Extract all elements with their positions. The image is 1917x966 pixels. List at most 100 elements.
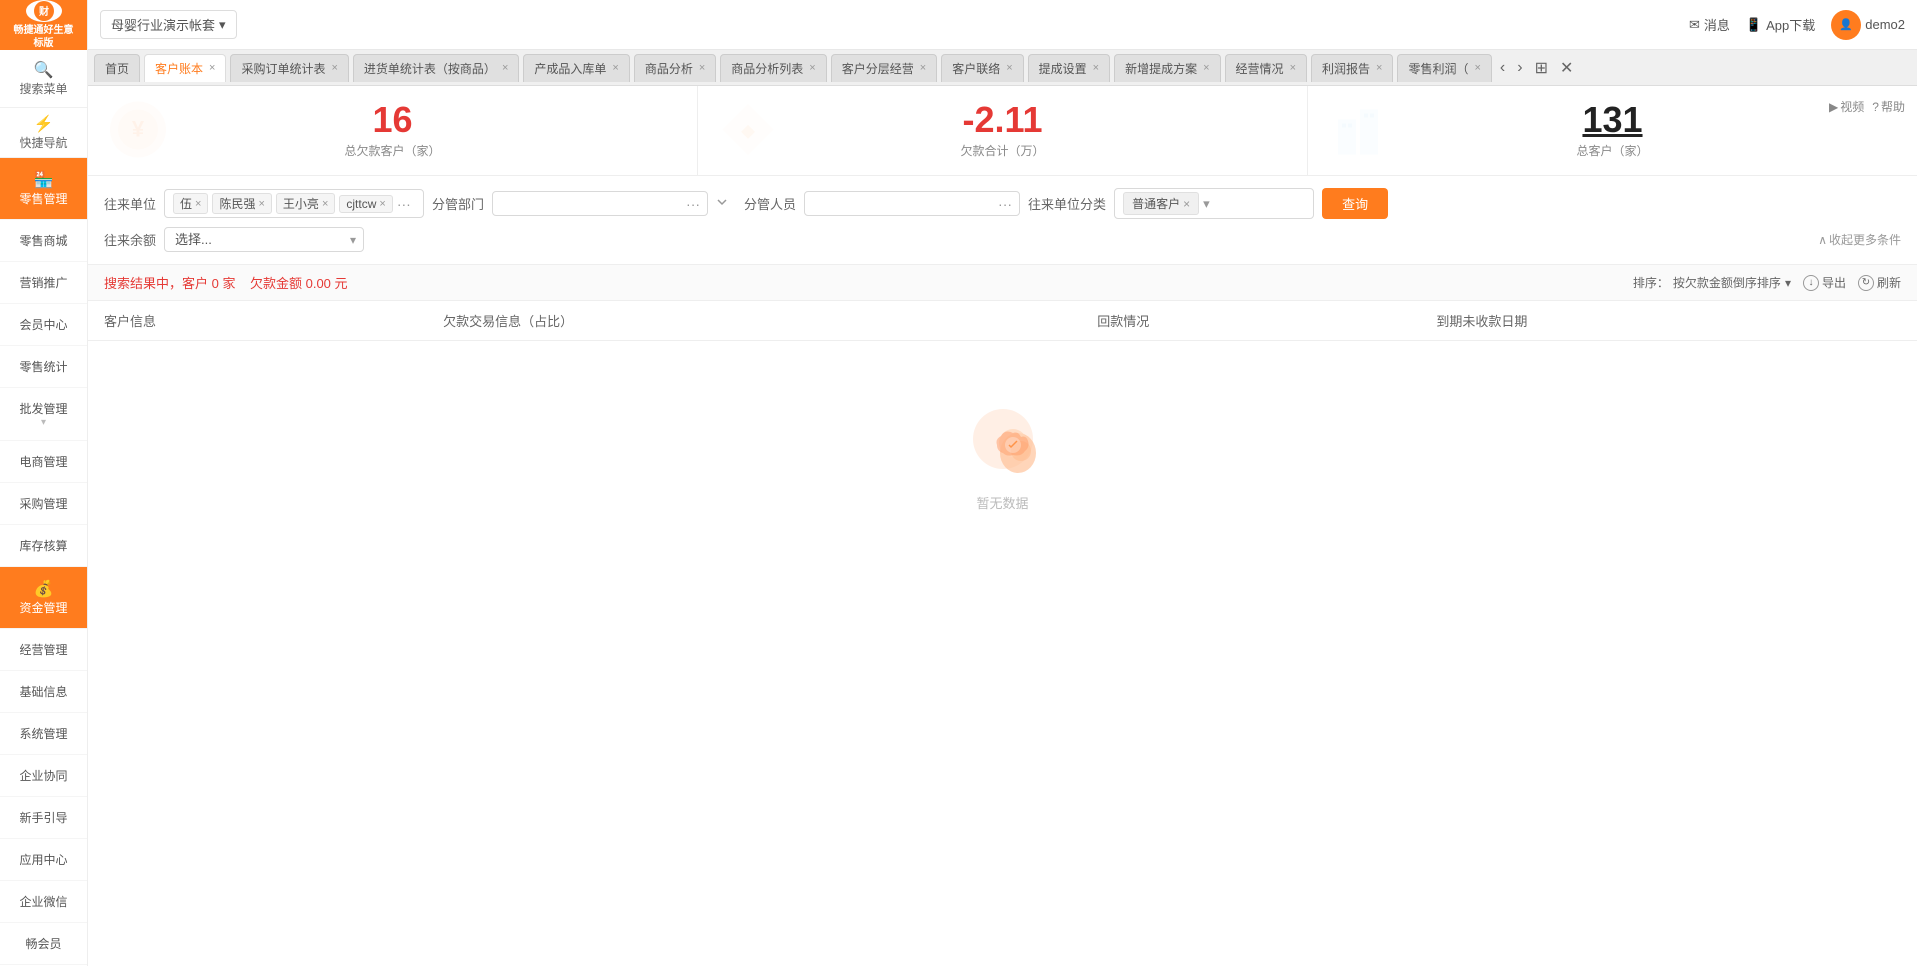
- filter-person-input[interactable]: [804, 191, 1020, 216]
- sidebar-item-basic[interactable]: 基础信息: [0, 671, 87, 713]
- collapse-filters-btn[interactable]: ∧ 收起更多条件: [1818, 231, 1901, 248]
- tab-goods-analysis-list[interactable]: 商品分析列表 ×: [720, 54, 826, 82]
- dropdown-arrow-icon: ▾: [219, 17, 226, 33]
- filter-tag-3-close[interactable]: ×: [379, 198, 385, 210]
- tab-contact-close[interactable]: ×: [1006, 62, 1012, 74]
- results-actions: 排序： 按欠款金额倒序排序 ▾ ↓ 导出 ↻ 刷新: [1633, 274, 1901, 291]
- filter-tag-0-close[interactable]: ×: [195, 198, 201, 210]
- export-btn[interactable]: ↓ 导出: [1803, 274, 1846, 291]
- sidebar-item-app-center[interactable]: 应用中心: [0, 839, 87, 881]
- sidebar-item-marketing[interactable]: 营销推广: [0, 262, 87, 304]
- header-user-info[interactable]: 👤 demo2: [1831, 10, 1905, 40]
- question-icon: ?: [1872, 100, 1879, 114]
- filter-classify-tag-close[interactable]: ×: [1183, 197, 1190, 211]
- sidebar-item-inventory[interactable]: 库存核算: [0, 525, 87, 567]
- tab-improve-close[interactable]: ×: [1093, 62, 1099, 74]
- filter-person-label: 分管人员: [744, 194, 796, 213]
- sidebar-item-retail-stats[interactable]: 零售统计: [0, 346, 87, 388]
- tab-purchase-close[interactable]: ×: [331, 62, 337, 74]
- filter-balance-select[interactable]: 选择...: [164, 227, 364, 252]
- filter-tag-2-close[interactable]: ×: [322, 198, 328, 210]
- filter-classify-wrapper[interactable]: 普通客户 × ▾: [1114, 188, 1314, 219]
- tab-improve-settings[interactable]: 提成设置 ×: [1028, 54, 1110, 82]
- tab-purchase-label: 采购订单统计表: [241, 60, 325, 77]
- sidebar-item-newbie[interactable]: 新手引导: [0, 797, 87, 839]
- sidebar-item-operation[interactable]: 经营管理: [0, 629, 87, 671]
- tab-customer-accounts-close[interactable]: ×: [209, 62, 215, 74]
- tab-operation-close[interactable]: ×: [1290, 62, 1296, 74]
- header-account-dropdown[interactable]: 母婴行业演示帐套 ▾: [100, 10, 237, 39]
- header-app-download-btn[interactable]: 📱 App下载: [1746, 15, 1815, 34]
- tab-purchase-order-stats[interactable]: 采购订单统计表 ×: [230, 54, 348, 82]
- filter-tag-2-label: 王小亮: [283, 195, 319, 212]
- tab-new-method-close[interactable]: ×: [1203, 62, 1209, 74]
- filter-dept-input[interactable]: [492, 191, 708, 216]
- sidebar-item-system[interactable]: 系统管理: [0, 713, 87, 755]
- sidebar-item-wholesale[interactable]: 批发管理 ▾: [0, 388, 87, 441]
- stat-block-customers: ¥ 16 总欠款客户（家）: [88, 86, 698, 175]
- filter-balance-label: 往来余额: [104, 230, 156, 249]
- tab-home[interactable]: 首页: [94, 54, 140, 82]
- tab-customer-accounts[interactable]: 客户账本 ×: [144, 54, 226, 82]
- sidebar-item-member[interactable]: 会员中心: [0, 304, 87, 346]
- tab-product-inbound[interactable]: 产成品入库单 ×: [523, 54, 629, 82]
- tabs-next-btn[interactable]: ›: [1511, 59, 1528, 77]
- sidebar-item-wechat[interactable]: 企业微信: [0, 881, 87, 923]
- main-content: 母婴行业演示帐套 ▾ ✉ 消息 📱 App下载 👤 demo2: [88, 0, 1917, 966]
- tab-retail-profit-close[interactable]: ×: [1474, 62, 1480, 74]
- collapse-label: 收起更多条件: [1829, 231, 1901, 248]
- tab-inbound-stats[interactable]: 进货单统计表（按商品） ×: [353, 54, 519, 82]
- stat-label-customers: 总欠款客户（家）: [344, 142, 440, 159]
- filter-tag-1-label: 陈民强: [219, 195, 255, 212]
- tab-new-method[interactable]: 新增提成方案 ×: [1114, 54, 1220, 82]
- export-label: 导出: [1822, 274, 1846, 291]
- tab-segment-close[interactable]: ×: [920, 62, 926, 74]
- tab-product-label: 产成品入库单: [534, 60, 606, 77]
- stat-label-total: 总客户（家）: [1576, 142, 1648, 159]
- tabs-close-all-btn[interactable]: ✕: [1554, 58, 1579, 78]
- header-message-btn[interactable]: ✉ 消息: [1689, 15, 1730, 34]
- tab-inbound-close[interactable]: ×: [502, 62, 508, 74]
- tab-goods-close[interactable]: ×: [699, 62, 705, 74]
- tab-goods-analysis[interactable]: 商品分析 ×: [634, 54, 716, 82]
- tab-goods-list-close[interactable]: ×: [809, 62, 815, 74]
- tab-goods-label: 商品分析: [645, 60, 693, 77]
- filter-more-btn[interactable]: ···: [397, 196, 411, 212]
- refresh-icon: ↻: [1858, 275, 1874, 291]
- filter-tag-1-close[interactable]: ×: [258, 198, 264, 210]
- table-header-row: 客户信息 欠款交易信息（占比） 回款情况 到期未收款日期: [88, 301, 1917, 341]
- tab-retail-profit[interactable]: 零售利润（ ×: [1397, 54, 1491, 82]
- user-name: demo2: [1865, 17, 1905, 32]
- tabs-prev-btn[interactable]: ‹: [1494, 59, 1511, 77]
- filter-classify-tag: 普通客户 ×: [1123, 192, 1199, 215]
- tab-profit-report[interactable]: 利润报告 ×: [1311, 54, 1393, 82]
- refresh-btn[interactable]: ↻ 刷新: [1858, 274, 1901, 291]
- results-debt-prefix: 欠款金额: [250, 276, 302, 291]
- tab-profit-close[interactable]: ×: [1376, 62, 1382, 74]
- sidebar-item-finance[interactable]: 💰 资金管理: [0, 567, 87, 629]
- tabs-expand-btn[interactable]: ⊞: [1529, 58, 1554, 78]
- tab-customer-segment[interactable]: 客户分层经营 ×: [831, 54, 937, 82]
- app-download-label: App下载: [1766, 15, 1815, 34]
- filter-unit-tags[interactable]: 伍 × 陈民强 × 王小亮 × cjttcw ×: [164, 189, 424, 218]
- sidebar-item-purchase[interactable]: 采购管理: [0, 483, 87, 525]
- results-sort-btn[interactable]: 排序： 按欠款金额倒序排序 ▾: [1633, 274, 1791, 291]
- tab-customer-contact[interactable]: 客户联络 ×: [941, 54, 1023, 82]
- tab-product-close[interactable]: ×: [612, 62, 618, 74]
- tab-profit-label: 利润报告: [1322, 60, 1370, 77]
- results-prefix: 搜索结果中，客户: [104, 276, 208, 291]
- query-button[interactable]: 查询: [1322, 188, 1388, 219]
- sidebar-item-vip[interactable]: 畅会员: [0, 923, 87, 965]
- tab-operation-status[interactable]: 经营情况 ×: [1225, 54, 1307, 82]
- tab-retail-profit-label: 零售利润（: [1408, 60, 1468, 77]
- sidebar-item-corp[interactable]: 企业协同: [0, 755, 87, 797]
- header-left: 母婴行业演示帐套 ▾: [100, 10, 237, 39]
- sidebar-item-quick-nav[interactable]: ⚡ 快捷导航: [0, 108, 87, 158]
- stat-help-btn[interactable]: ? 帮助: [1872, 98, 1905, 115]
- sidebar-item-retail[interactable]: 🏪 零售管理: [0, 158, 87, 220]
- sidebar-item-ecommerce[interactable]: 电商管理: [0, 441, 87, 483]
- filter-dept-icon: ···: [686, 196, 700, 212]
- sidebar-item-search[interactable]: 🔍 搜索菜单: [0, 50, 87, 108]
- sidebar-item-retail-shop[interactable]: 零售商城: [0, 220, 87, 262]
- stat-video-btn[interactable]: ▶ 视频: [1829, 98, 1864, 115]
